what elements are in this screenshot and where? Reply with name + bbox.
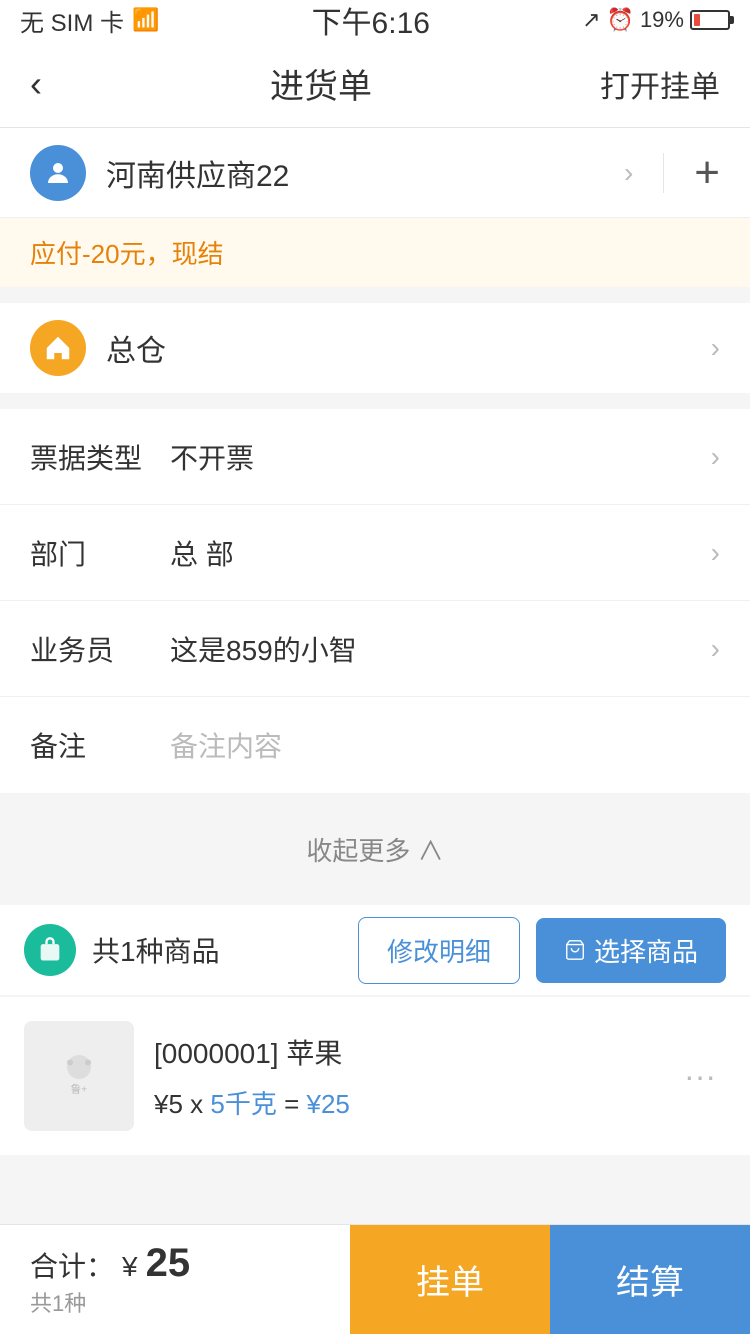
collapse-label: 收起更多 ∧ [306,831,443,868]
supplier-alert: 应付-20元，现结 [0,218,750,287]
equals: = [284,1089,306,1119]
warehouse-name: 总仓 [106,326,711,370]
shopping-bag-icon [36,936,64,964]
svg-text:鲁+: 鲁+ [71,1083,88,1096]
total-prefix: 合计： [30,1245,114,1285]
product-code: [0000001] [154,1038,286,1069]
total-price: ¥25 [307,1089,350,1119]
product-info: [0000001] 苹果 ¥5 x 5千克 = ¥25 [154,1032,654,1121]
status-bar-time: 下午6:16 [312,0,430,42]
ticket-chevron-icon: › [711,441,720,473]
form-row-remark[interactable]: 备注 备注内容 [0,697,750,793]
total-currency: ¥ [122,1251,138,1283]
warehouse-chevron-icon: › [711,332,720,364]
content: 河南供应商22 › + 应付-20元，现结 总仓 › 票据类型 不开票 › 部门… [0,128,750,1277]
dept-chevron-icon: › [711,537,720,569]
product-price: ¥5 x 5千克 = ¥25 [154,1084,654,1121]
bottom-bar: 合计： ¥ 25 共1种 挂单 结算 [0,1224,750,1334]
location-icon: ↗ [582,7,600,33]
quantity: 5千克 [210,1089,276,1119]
nav-bar: ‹ 进货单 打开挂单 [0,40,750,128]
status-bar-left: 无 SIM 卡 📶 [20,3,159,38]
battery-fill [694,14,700,26]
supplier-divider [663,153,664,193]
unit-price: ¥5 x [154,1089,210,1119]
remark-label: 备注 [30,725,170,765]
supplier-row[interactable]: 河南供应商22 › + [0,128,750,218]
total-line2: 共1种 [30,1286,350,1318]
status-bar: 无 SIM 卡 📶 下午6:16 ↗ ⏰ 19% [0,0,750,40]
warehouse-card: 总仓 › [0,303,750,393]
ticket-label: 票据类型 [30,437,170,477]
product-name: [0000001] 苹果 [154,1032,654,1072]
form-card: 票据类型 不开票 › 部门 总 部 › 业务员 这是859的小智 › 备注 备注… [0,409,750,793]
remark-input[interactable]: 备注内容 [170,725,720,765]
battery-percent: 19% [640,7,684,33]
back-button[interactable]: ‹ [30,63,42,105]
wifi-icon: 📶 [132,7,159,33]
product-item: 鲁+ [0000001] 苹果 ¥5 x 5千克 = ¥25 ··· [0,997,750,1155]
supplier-card: 河南供应商22 › + 应付-20元，现结 [0,128,750,287]
total-line1: 合计： ¥ 25 [30,1241,350,1286]
products-header: 共1种商品 修改明细 选择商品 [0,905,750,995]
salesperson-label: 业务员 [30,629,170,669]
salesperson-chevron-icon: › [711,633,720,665]
total-amount: 25 [146,1241,191,1286]
form-row-dept[interactable]: 部门 总 部 › [0,505,750,601]
product-thumb-logo: 鲁+ [49,1046,109,1106]
checkout-button[interactable]: 结算 [550,1225,750,1334]
ticket-value: 不开票 [170,437,711,477]
supplier-chevron-icon: › [624,157,633,189]
select-product-button[interactable]: 选择商品 [536,918,726,983]
alarm-icon: ⏰ [607,7,634,33]
bottom-total: 合计： ¥ 25 共1种 [0,1225,350,1334]
select-product-label: 选择商品 [594,932,698,969]
dept-value: 总 部 [170,533,711,573]
product-thumbnail: 鲁+ [24,1021,134,1131]
user-icon [43,158,73,188]
supplier-avatar [30,145,86,201]
warehouse-row[interactable]: 总仓 › [0,303,750,393]
add-button[interactable]: + [694,151,720,195]
supplier-name: 河南供应商22 [106,151,624,195]
product-title: 苹果 [286,1038,342,1069]
products-icon-wrap [24,924,76,976]
warehouse-icon [43,333,73,363]
status-bar-right: ↗ ⏰ 19% [582,7,730,33]
carrier-text: 无 SIM 卡 [20,3,124,38]
form-row-ticket[interactable]: 票据类型 不开票 › [0,409,750,505]
warehouse-icon-wrap [30,320,86,376]
product-count-label: 共1种商品 [92,930,342,970]
open-hang-button[interactable]: 打开挂单 [600,62,720,106]
page-title: 进货单 [270,59,372,108]
battery-icon [690,10,730,30]
collapse-row[interactable]: 收起更多 ∧ [0,809,750,889]
form-row-salesperson[interactable]: 业务员 这是859的小智 › [0,601,750,697]
salesperson-value: 这是859的小智 [170,629,711,669]
cart-icon [564,939,586,961]
modify-detail-button[interactable]: 修改明细 [358,917,520,984]
hang-button[interactable]: 挂单 [350,1225,550,1334]
product-more-button[interactable]: ··· [674,1048,726,1105]
dept-label: 部门 [30,533,170,573]
